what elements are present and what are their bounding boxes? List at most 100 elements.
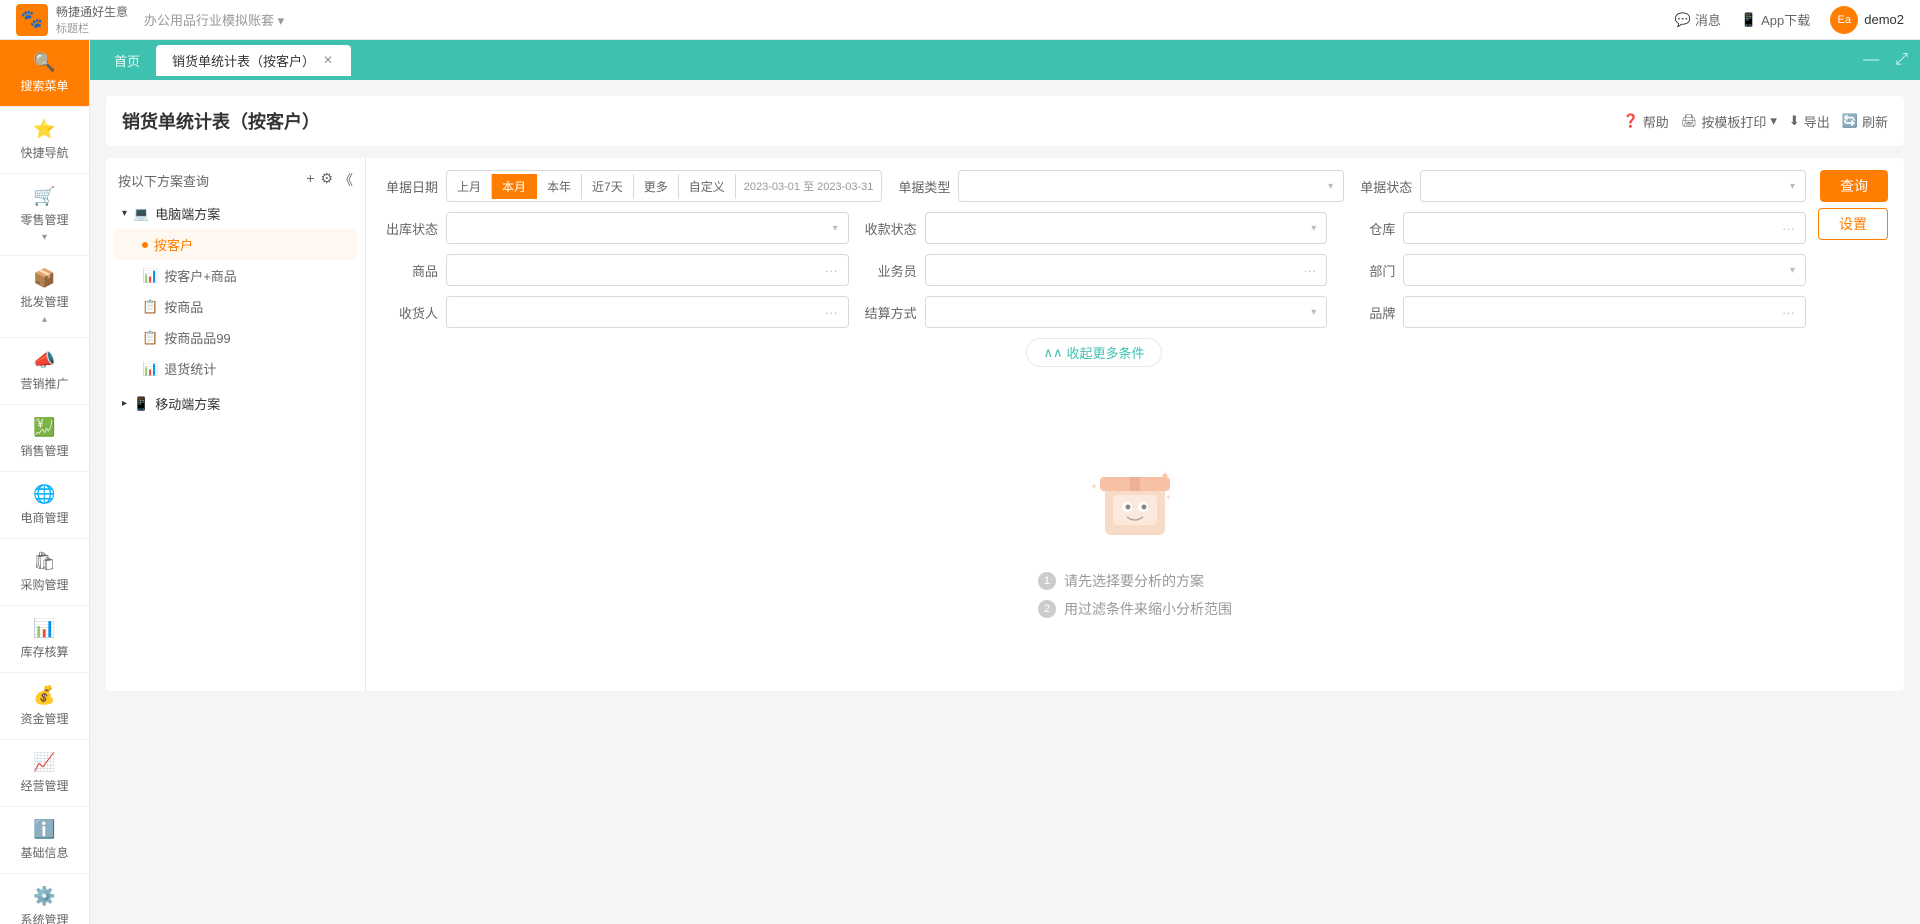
settings-btn[interactable]: 设置 bbox=[1818, 208, 1888, 240]
by-customer-label: 按客户 bbox=[154, 235, 193, 254]
window-maximize-btn[interactable]: ⤢ bbox=[1891, 47, 1912, 73]
active-indicator bbox=[142, 242, 148, 248]
sidebar-item-marketing[interactable]: 📣 营销推广 bbox=[0, 338, 89, 405]
tree-group-desktop-header[interactable]: ▾ 💻 电脑端方案 bbox=[114, 198, 357, 229]
template-print-btn[interactable]: 🖨 按模板打印 ▾ bbox=[1681, 112, 1777, 131]
tree-item-by-customer[interactable]: 按客户 bbox=[114, 229, 357, 260]
sales-icon: 💹 bbox=[33, 417, 55, 438]
form-and-btn: 单据日期 上月 本月 本年 近7天 更多 自定义 bbox=[382, 170, 1888, 375]
add-scheme-btn[interactable]: + bbox=[306, 170, 314, 190]
tab-active[interactable]: 销货单统计表（按客户） ✕ bbox=[156, 45, 351, 76]
form-section: 单据日期 上月 本月 本年 近7天 更多 自定义 bbox=[382, 170, 1806, 375]
sidebar-item-retail[interactable]: 🛒 零售管理 ▾ bbox=[0, 174, 89, 256]
system-icon: ⚙️ bbox=[33, 886, 55, 907]
print-icon: 🖨 bbox=[1681, 113, 1698, 129]
tree-item-by-product[interactable]: 📋 按商品 bbox=[114, 291, 357, 322]
tab-close-btn[interactable]: ✕ bbox=[321, 53, 335, 67]
tree-item-by-customer-product[interactable]: 📊 按客户+商品 bbox=[114, 260, 357, 291]
help-icon: ❓ bbox=[1623, 113, 1639, 129]
page-title-row: 销货单统计表（按客户） ❓ 帮助 🖨 按模板打印 ▾ ⬇ bbox=[106, 96, 1904, 146]
order-type-select[interactable]: ▾ bbox=[958, 170, 1344, 202]
refresh-btn[interactable]: 🔄 刷新 bbox=[1842, 112, 1888, 131]
department-label: 部门 bbox=[1339, 261, 1395, 280]
order-type-arrow: ▾ bbox=[1328, 181, 1333, 192]
sidebar-item-system[interactable]: ⚙️ 系统管理 bbox=[0, 874, 89, 924]
app-download-btn[interactable]: 📱 App下载 bbox=[1741, 10, 1810, 29]
finance-icon: 💰 bbox=[33, 685, 55, 706]
sidebar-item-sales[interactable]: 💹 销售管理 bbox=[0, 405, 89, 472]
user-menu[interactable]: Ea demo2 bbox=[1830, 6, 1904, 34]
date-btn-this-month[interactable]: 本月 bbox=[492, 174, 537, 199]
svg-text:✦: ✦ bbox=[1090, 482, 1098, 493]
sidebar-item-search[interactable]: 🔍 搜索菜单 bbox=[0, 40, 89, 107]
filter-item-order-status: 单据状态 ▾ bbox=[1356, 170, 1806, 202]
search-icon: 🔍 bbox=[33, 52, 55, 73]
window-minimize-btn[interactable]: — bbox=[1859, 47, 1883, 73]
receiver-label: 收货人 bbox=[382, 303, 438, 322]
brand-input[interactable]: ··· bbox=[1403, 296, 1806, 328]
bar-icon: 📊 bbox=[142, 361, 158, 377]
date-btn-last-month[interactable]: 上月 bbox=[447, 174, 492, 199]
warehouse-input[interactable]: ··· bbox=[1403, 212, 1806, 244]
settlement-select[interactable]: ▾ bbox=[925, 296, 1328, 328]
filter-row-2: 出库状态 ▾ 收款状态 bbox=[382, 212, 1806, 244]
receiver-dots: ··· bbox=[825, 305, 838, 320]
top-bar-left: 🐾 畅捷通好生意 标题栏 办公用品行业模拟账套 ▾ bbox=[16, 3, 284, 36]
sidebar-item-label: 系统管理 bbox=[20, 911, 68, 924]
tab-home[interactable]: 首页 bbox=[98, 45, 156, 76]
filter-item-receiver: 收货人 ··· bbox=[382, 296, 849, 328]
empty-state: ✦ ✦ ✦ 1 请先选择要分析的方案 bbox=[382, 375, 1888, 679]
sidebar-item-inventory[interactable]: 📊 库存核算 bbox=[0, 606, 89, 673]
filter-row-3: 商品 ··· 业务员 bbox=[382, 254, 1806, 286]
search-btn[interactable]: 查询 bbox=[1820, 170, 1888, 202]
date-filter[interactable]: 上月 本月 本年 近7天 更多 自定义 2023-03-01 至 2023-03… bbox=[446, 170, 882, 202]
date-btn-7days[interactable]: 近7天 bbox=[582, 174, 634, 199]
product-input[interactable]: ··· bbox=[446, 254, 849, 286]
out-status-arrow: ▾ bbox=[833, 223, 838, 234]
sidebar-item-wholesale[interactable]: 📦 批发管理 ▴ bbox=[0, 256, 89, 338]
collapse-more-btn[interactable]: ∧∧ 收起更多条件 bbox=[1026, 338, 1161, 367]
empty-illustration: ✦ ✦ ✦ bbox=[1075, 435, 1195, 555]
collapse-row: ∧∧ 收起更多条件 bbox=[382, 338, 1806, 367]
content-area: 首页 销货单统计表（按客户） ✕ — ⤢ 销货单统计表（按客户） bbox=[90, 40, 1920, 924]
sidebar-item-purchase[interactable]: 🛍 采购管理 bbox=[0, 539, 89, 606]
date-btn-more[interactable]: 更多 bbox=[634, 174, 679, 199]
basic-icon: ℹ️ bbox=[33, 819, 55, 840]
retail-icon: 🛒 bbox=[33, 186, 55, 207]
filter-panel-actions: + ⚙ 《 bbox=[306, 170, 353, 190]
tree-item-by-product-99[interactable]: 📋 按商品品99 bbox=[114, 322, 357, 353]
wholesale-icon: 📦 bbox=[33, 268, 55, 289]
message-btn[interactable]: 💬 消息 bbox=[1675, 10, 1721, 29]
tree-item-return-stats[interactable]: 📊 退货统计 bbox=[114, 353, 357, 384]
sidebar-item-quicknav[interactable]: ⭐ 快捷导航 bbox=[0, 107, 89, 174]
inventory-icon: 📊 bbox=[33, 618, 55, 639]
industry-select[interactable]: 办公用品行业模拟账套 ▾ bbox=[144, 10, 284, 29]
settings-scheme-btn[interactable]: ⚙ bbox=[320, 170, 333, 190]
order-type-label: 单据类型 bbox=[894, 177, 950, 196]
filter-panel: 按以下方案查询 + ⚙ 《 ▾ 💻 bbox=[106, 158, 366, 691]
filter-tree: ▾ 💻 电脑端方案 按客户 📊 按客户+商 bbox=[106, 198, 365, 419]
sidebar-item-ecommerce[interactable]: 🌐 电商管理 bbox=[0, 472, 89, 539]
marketing-icon: 📣 bbox=[33, 350, 55, 371]
payment-status-select[interactable]: ▾ bbox=[925, 212, 1328, 244]
sidebar-item-finance[interactable]: 💰 资金管理 bbox=[0, 673, 89, 740]
department-select[interactable]: ▾ bbox=[1403, 254, 1806, 286]
filter-item-salesperson: 业务员 ··· bbox=[861, 254, 1328, 286]
sidebar-item-operations[interactable]: 📈 经营管理 bbox=[0, 740, 89, 807]
receiver-input[interactable]: ··· bbox=[446, 296, 849, 328]
out-status-select[interactable]: ▾ bbox=[446, 212, 849, 244]
filter-row-1: 单据日期 上月 本月 本年 近7天 更多 自定义 bbox=[382, 170, 1806, 202]
export-btn[interactable]: ⬇ 导出 bbox=[1789, 112, 1830, 131]
date-btn-custom[interactable]: 自定义 bbox=[679, 174, 736, 199]
date-btn-this-year[interactable]: 本年 bbox=[537, 174, 582, 199]
sidebar-item-label: 基础信息 bbox=[20, 844, 68, 861]
help-btn[interactable]: ❓ 帮助 bbox=[1623, 112, 1669, 131]
tree-group-mobile[interactable]: ▸ 📱 移动端方案 bbox=[114, 388, 357, 419]
operations-icon: 📈 bbox=[33, 752, 55, 773]
salesperson-input[interactable]: ··· bbox=[925, 254, 1328, 286]
order-status-select[interactable]: ▾ bbox=[1420, 170, 1806, 202]
collapse-panel-btn[interactable]: 《 bbox=[339, 170, 353, 190]
sidebar-item-label: 快捷导航 bbox=[20, 144, 68, 161]
sidebar-item-basic[interactable]: ℹ️ 基础信息 bbox=[0, 807, 89, 874]
expand-icon: ▾ bbox=[42, 232, 47, 243]
